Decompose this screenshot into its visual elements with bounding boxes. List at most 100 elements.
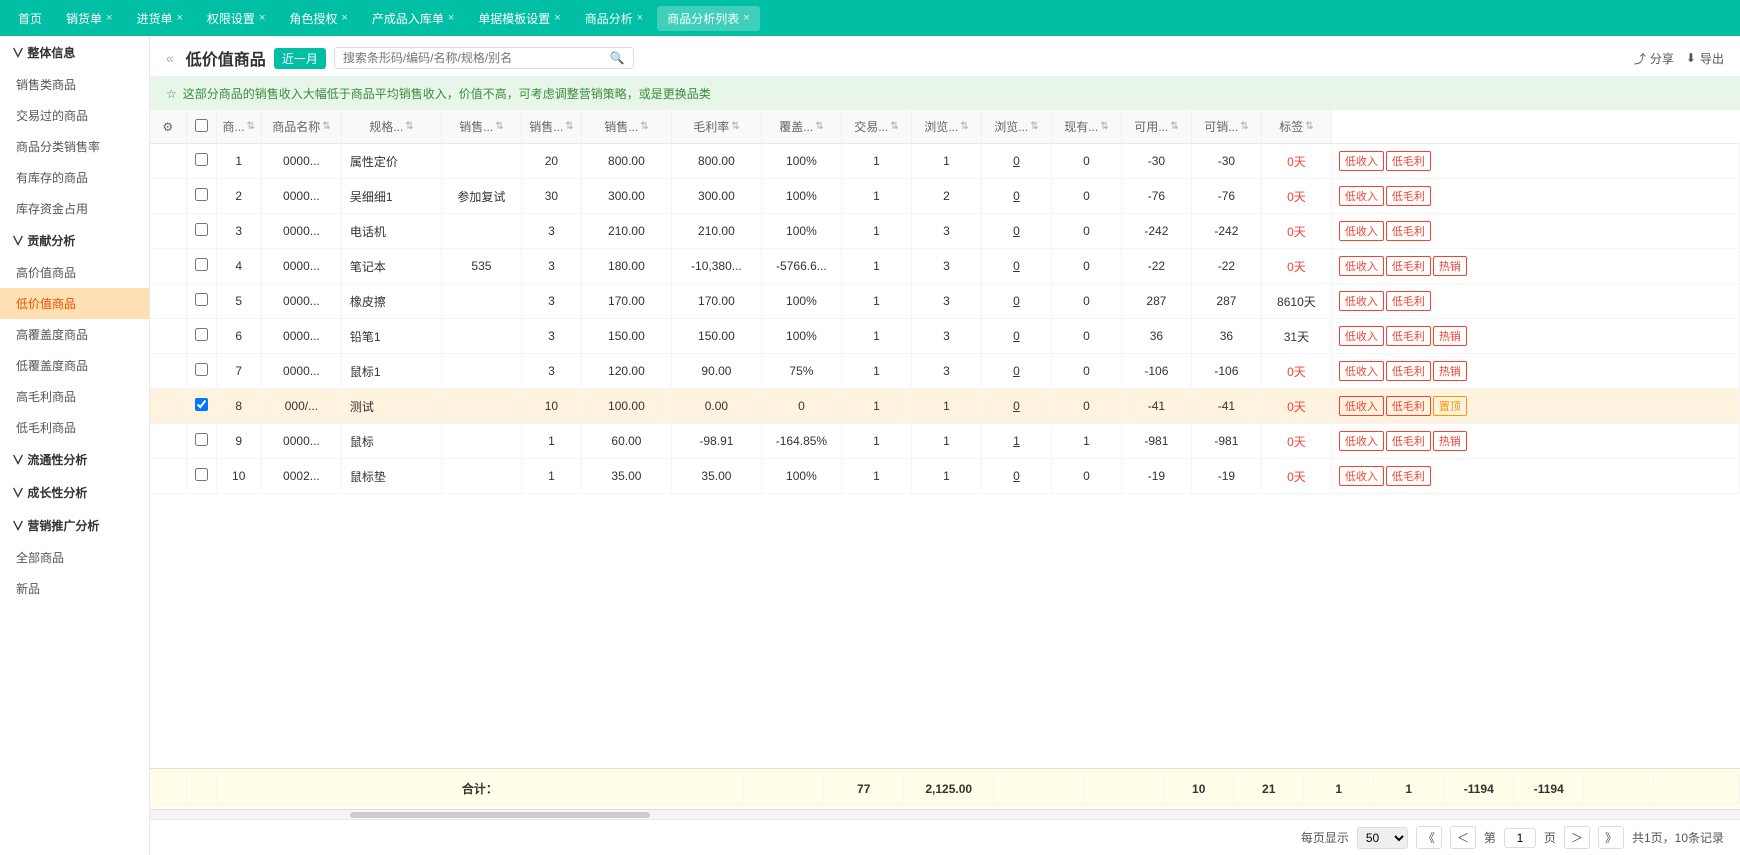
- th-sales3[interactable]: 销售...⇅: [581, 110, 671, 144]
- view1-link[interactable]: 0: [1013, 294, 1020, 308]
- view1-link[interactable]: 0: [1013, 154, 1020, 168]
- row-select-checkbox[interactable]: [195, 188, 208, 201]
- row-checkbox[interactable]: [186, 319, 216, 354]
- th-tags[interactable]: 标签⇅: [1261, 110, 1331, 144]
- row-checkbox[interactable]: [186, 214, 216, 249]
- row-select-checkbox[interactable]: [195, 468, 208, 481]
- th-checkbox[interactable]: [186, 110, 216, 144]
- select-all-checkbox[interactable]: [195, 119, 208, 132]
- row-v1[interactable]: 1: [981, 424, 1051, 459]
- row-gear[interactable]: [150, 249, 186, 284]
- row-gear[interactable]: [150, 214, 186, 249]
- row-name[interactable]: 吴细细1: [341, 179, 441, 214]
- row-name[interactable]: 橡皮擦: [341, 284, 441, 319]
- view1-link[interactable]: 0: [1013, 399, 1020, 413]
- view1-link[interactable]: 0: [1013, 259, 1020, 273]
- row-name[interactable]: 测试: [341, 389, 441, 424]
- nav-roles[interactable]: 角色授权 ×: [279, 6, 357, 31]
- view1-link[interactable]: 1: [1013, 434, 1020, 448]
- sidebar-item-high-margin[interactable]: 高毛利商品: [0, 381, 149, 412]
- prev-page-btn[interactable]: ＜: [1450, 826, 1476, 849]
- row-select-checkbox[interactable]: [195, 363, 208, 376]
- export-button[interactable]: ⬇ 导出: [1686, 50, 1724, 67]
- sidebar-item-sales-products[interactable]: 销售类商品: [0, 69, 149, 100]
- row-gear[interactable]: [150, 389, 186, 424]
- row-gear[interactable]: [150, 354, 186, 389]
- search-icon[interactable]: 🔍: [610, 51, 625, 65]
- row-select-checkbox[interactable]: [195, 433, 208, 446]
- row-gear[interactable]: [150, 284, 186, 319]
- th-gear[interactable]: ⚙: [150, 110, 186, 144]
- row-select-checkbox[interactable]: [195, 153, 208, 166]
- row-v1[interactable]: 0: [981, 249, 1051, 284]
- row-name[interactable]: 鼠标: [341, 424, 441, 459]
- row-v1[interactable]: 0: [981, 389, 1051, 424]
- search-input[interactable]: [343, 51, 606, 65]
- per-page-select[interactable]: 50 100 200: [1357, 827, 1408, 849]
- scrollbar-thumb[interactable]: [350, 812, 650, 818]
- row-checkbox[interactable]: [186, 354, 216, 389]
- row-v1[interactable]: 0: [981, 459, 1051, 494]
- th-stock2[interactable]: 可用...⇅: [1121, 110, 1191, 144]
- sidebar-collapse-btn[interactable]: «: [166, 50, 174, 66]
- page-number-input[interactable]: [1504, 828, 1536, 848]
- sidebar-item-low-margin[interactable]: 低毛利商品: [0, 412, 149, 443]
- sidebar-item-all-products[interactable]: 全部商品: [0, 542, 149, 573]
- row-select-checkbox[interactable]: [195, 398, 208, 411]
- sidebar-item-low-value[interactable]: 低价值商品: [0, 288, 149, 319]
- search-box[interactable]: 🔍: [334, 47, 634, 69]
- row-v1[interactable]: 0: [981, 354, 1051, 389]
- nav-sales-close[interactable]: ×: [106, 12, 112, 24]
- row-select-checkbox[interactable]: [195, 223, 208, 236]
- row-gear[interactable]: [150, 424, 186, 459]
- horizontal-scrollbar[interactable]: [150, 809, 1740, 819]
- th-coverage[interactable]: 覆盖...⇅: [761, 110, 841, 144]
- sidebar-item-high-coverage[interactable]: 高覆盖度商品: [0, 319, 149, 350]
- nav-permissions-close[interactable]: ×: [259, 12, 265, 24]
- view1-link[interactable]: 0: [1013, 189, 1020, 203]
- th-trade[interactable]: 交易...⇅: [841, 110, 911, 144]
- row-name[interactable]: 电话机: [341, 214, 441, 249]
- nav-production[interactable]: 产成品入库单 ×: [362, 6, 464, 31]
- row-v1[interactable]: 0: [981, 179, 1051, 214]
- th-code[interactable]: 商...⇅: [216, 110, 261, 144]
- row-name[interactable]: 鼠标垫: [341, 459, 441, 494]
- th-margin[interactable]: 毛利率⇅: [671, 110, 761, 144]
- last-page-btn[interactable]: 》: [1598, 826, 1624, 849]
- row-checkbox[interactable]: [186, 249, 216, 284]
- row-checkbox[interactable]: [186, 459, 216, 494]
- sidebar-item-category-sales-rate[interactable]: 商品分类销售率: [0, 131, 149, 162]
- sidebar-item-stocked-products[interactable]: 有库存的商品: [0, 162, 149, 193]
- row-v1[interactable]: 0: [981, 319, 1051, 354]
- row-checkbox[interactable]: [186, 179, 216, 214]
- sidebar-item-high-value[interactable]: 高价值商品: [0, 257, 149, 288]
- row-gear[interactable]: [150, 144, 186, 179]
- th-sales2[interactable]: 销售...⇅: [521, 110, 581, 144]
- row-name[interactable]: 铅笔1: [341, 319, 441, 354]
- next-page-btn[interactable]: ＞: [1564, 826, 1590, 849]
- nav-permissions[interactable]: 权限设置 ×: [197, 6, 275, 31]
- row-v1[interactable]: 0: [981, 144, 1051, 179]
- row-name[interactable]: 鼠标1: [341, 354, 441, 389]
- nav-purchase[interactable]: 进货单 ×: [126, 6, 192, 31]
- sidebar-item-low-coverage[interactable]: 低覆盖度商品: [0, 350, 149, 381]
- row-select-checkbox[interactable]: [195, 258, 208, 271]
- nav-sales[interactable]: 销货单 ×: [56, 6, 122, 31]
- nav-product-analysis[interactable]: 商品分析 ×: [575, 6, 653, 31]
- row-gear[interactable]: [150, 319, 186, 354]
- nav-template[interactable]: 单据模板设置 ×: [468, 6, 570, 31]
- nav-analysis-close[interactable]: ×: [637, 12, 643, 24]
- view1-link[interactable]: 0: [1013, 329, 1020, 343]
- nav-analysis-list-close[interactable]: ×: [743, 12, 749, 24]
- th-spec[interactable]: 规格...⇅: [341, 110, 441, 144]
- row-v1[interactable]: 0: [981, 214, 1051, 249]
- row-name[interactable]: 笔记本: [341, 249, 441, 284]
- th-stock1[interactable]: 现有...⇅: [1051, 110, 1121, 144]
- nav-roles-close[interactable]: ×: [341, 12, 347, 24]
- row-name[interactable]: 属性定价: [341, 144, 441, 179]
- nav-product-analysis-list[interactable]: 商品分析列表 ×: [657, 6, 759, 31]
- row-gear[interactable]: [150, 459, 186, 494]
- th-name[interactable]: 商品名称⇅: [261, 110, 341, 144]
- sidebar-group-marketing-title[interactable]: ∨ 营销推广分析: [0, 509, 149, 542]
- sidebar-item-stock-capital[interactable]: 库存资金占用: [0, 193, 149, 224]
